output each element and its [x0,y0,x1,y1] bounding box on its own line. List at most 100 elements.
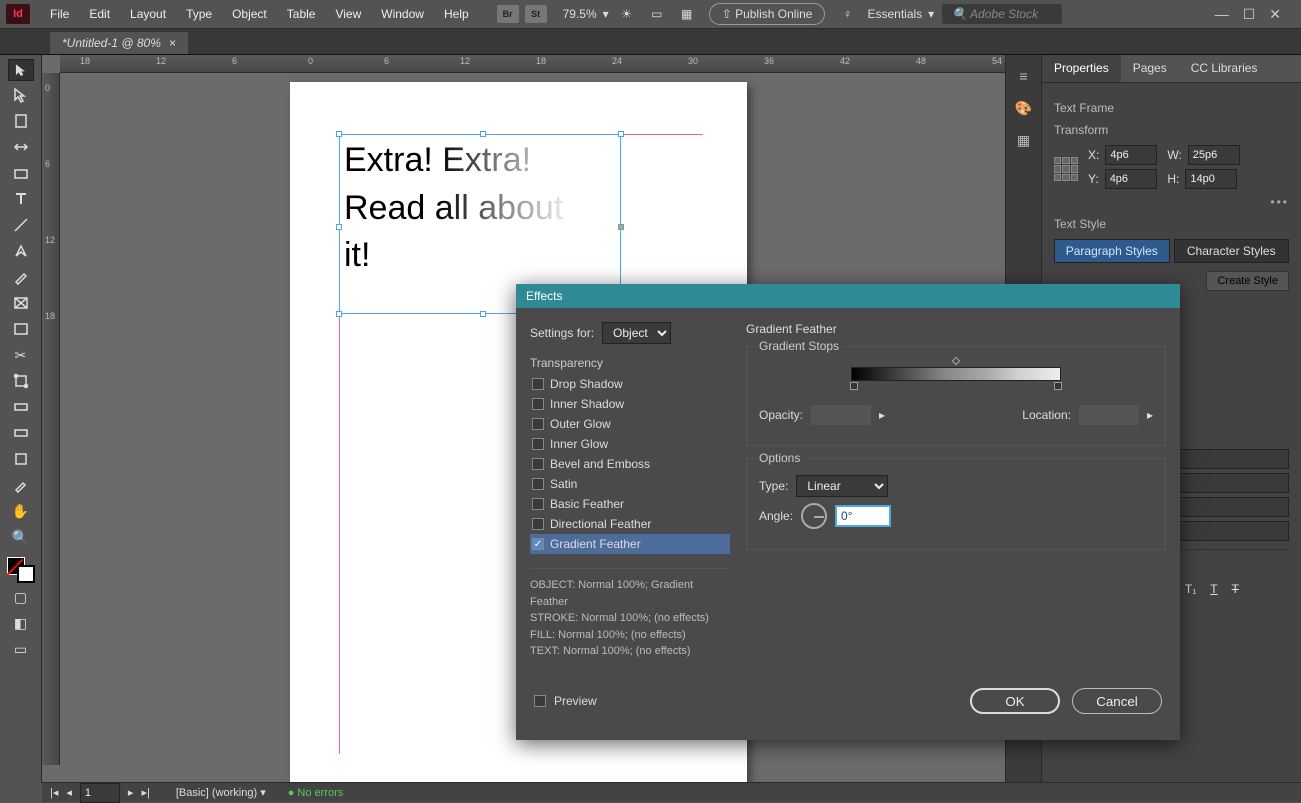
fx-basic-feather[interactable]: Basic Feather [530,494,730,514]
maximize-icon[interactable]: ☐ [1243,6,1256,23]
preflight-status[interactable]: ● No errors [288,787,344,799]
selection-tool[interactable] [8,59,34,81]
fx-gradient-feather[interactable]: ✓Gradient Feather [530,534,730,554]
menu-help[interactable]: Help [434,3,479,25]
fx-satin[interactable]: Satin [530,474,730,494]
gradient-swatch-tool[interactable] [8,395,34,419]
create-style-button[interactable]: Create Style [1206,271,1289,291]
free-transform-tool[interactable] [8,369,34,393]
pencil-tool[interactable] [8,265,34,289]
transform-more-icon[interactable]: ••• [1054,195,1289,209]
bridge-icon[interactable]: Br [497,5,519,23]
page-number-input[interactable] [80,783,120,803]
subscript-icon[interactable]: T₁ [1185,582,1196,596]
cancel-button[interactable]: Cancel [1072,688,1162,714]
close-icon[interactable]: ✕ [1269,6,1281,23]
w-input[interactable] [1188,145,1240,165]
app-badge: Id [6,4,30,24]
paragraph-styles-tab[interactable]: Paragraph Styles [1054,239,1170,263]
underline-icon[interactable]: T [1210,582,1217,596]
properties-panel-icon[interactable]: ≡ [1014,67,1034,85]
publish-online-button[interactable]: ⇧ Publish Online [709,3,826,25]
hand-tool[interactable]: ✋ [8,499,34,523]
bulb-icon[interactable]: ♀ [838,6,856,22]
fx-drop-shadow[interactable]: Drop Shadow [530,374,730,394]
settings-for-select[interactable]: Object [602,322,671,344]
menu-edit[interactable]: Edit [79,3,120,25]
zoom-level[interactable]: 79.5% ▾ [563,7,609,21]
last-page-icon[interactable]: ▸| [141,786,149,799]
fx-inner-shadow[interactable]: Inner Shadow [530,394,730,414]
gradient-stop-right[interactable] [1054,382,1062,390]
tab-properties[interactable]: Properties [1042,55,1121,82]
ok-button[interactable]: OK [970,688,1060,714]
tab-cc-libraries[interactable]: CC Libraries [1179,55,1270,82]
gradient-ramp[interactable] [851,367,1061,381]
master-page-dropdown[interactable]: [Basic] (working) ▾ [176,786,266,799]
menu-window[interactable]: Window [371,3,434,25]
gap-tool[interactable] [8,135,34,159]
formatting-container-icon[interactable]: ▢ [8,585,34,609]
gradient-stop-left[interactable] [850,382,858,390]
options-label: Options [755,451,804,465]
content-collector-tool[interactable] [8,161,34,185]
menu-view[interactable]: View [325,3,371,25]
scissors-tool[interactable]: ✂ [8,343,34,367]
color-panel-icon[interactable]: 🎨 [1014,99,1034,117]
menu-layout[interactable]: Layout [120,3,176,25]
type-label: Type: [759,479,788,493]
fx-directional-feather[interactable]: Directional Feather [530,514,730,534]
page-tool[interactable] [8,109,34,133]
character-styles-tab[interactable]: Character Styles [1174,239,1290,263]
stock-icon[interactable]: St [525,5,547,23]
strikethrough-icon[interactable]: T [1232,582,1239,596]
fill-stroke-swatch[interactable] [7,557,35,583]
workspace-dropdown[interactable]: Essentials ▾ [859,4,942,24]
type-select[interactable]: Linear [796,475,888,497]
fx-inner-glow[interactable]: Inner Glow [530,434,730,454]
direct-selection-tool[interactable] [8,83,34,107]
eyedropper-tool[interactable] [8,473,34,497]
document-tab[interactable]: *Untitled-1 @ 80%× [50,32,188,54]
location-input[interactable] [1079,405,1139,425]
view-mode-toggle[interactable]: ▭ [8,637,34,661]
menu-type[interactable]: Type [176,3,222,25]
view-mode-icon[interactable]: ☀ [618,6,636,22]
zoom-tool[interactable]: 🔍 [8,525,34,549]
pen-tool[interactable] [8,239,34,263]
preview-checkbox[interactable]: Preview [534,694,597,708]
minimize-icon[interactable]: — [1215,6,1229,23]
rectangle-frame-tool[interactable] [8,291,34,315]
screen-mode-icon[interactable]: ▭ [648,6,666,22]
fx-bevel-emboss[interactable]: Bevel and Emboss [530,454,730,474]
note-tool[interactable] [8,447,34,471]
menu-table[interactable]: Table [277,3,326,25]
search-stock[interactable]: 🔍 Adobe Stock [942,4,1062,24]
menu-file[interactable]: File [40,3,79,25]
fx-outer-glow[interactable]: Outer Glow [530,414,730,434]
rectangle-tool[interactable] [8,317,34,341]
type-tool[interactable] [8,187,34,211]
menu-object[interactable]: Object [222,3,277,25]
gradient-midpoint-icon[interactable] [952,357,960,365]
next-page-icon[interactable]: ▸ [128,786,134,799]
tab-pages[interactable]: Pages [1121,55,1179,82]
apply-color-icon[interactable]: ◧ [8,611,34,635]
gradient-feather-tool[interactable] [8,421,34,445]
line-tool[interactable] [8,213,34,237]
menubar: Id File Edit Layout Type Object Table Vi… [0,0,1301,29]
angle-dial[interactable] [801,503,827,529]
reference-point-grid[interactable] [1054,157,1078,181]
prev-page-icon[interactable]: ◂ [66,786,72,799]
transparency-heading[interactable]: Transparency [530,356,730,370]
y-input[interactable] [1105,169,1157,189]
swatches-panel-icon[interactable]: ▦ [1014,131,1034,149]
first-page-icon[interactable]: |◂ [50,786,58,799]
transform-label: Transform [1054,123,1289,137]
tab-close-icon[interactable]: × [169,36,176,50]
opacity-input[interactable] [811,405,871,425]
angle-input[interactable] [835,505,891,527]
arrange-icon[interactable]: ▦ [678,6,696,22]
x-input[interactable] [1105,145,1157,165]
h-input[interactable] [1185,169,1237,189]
